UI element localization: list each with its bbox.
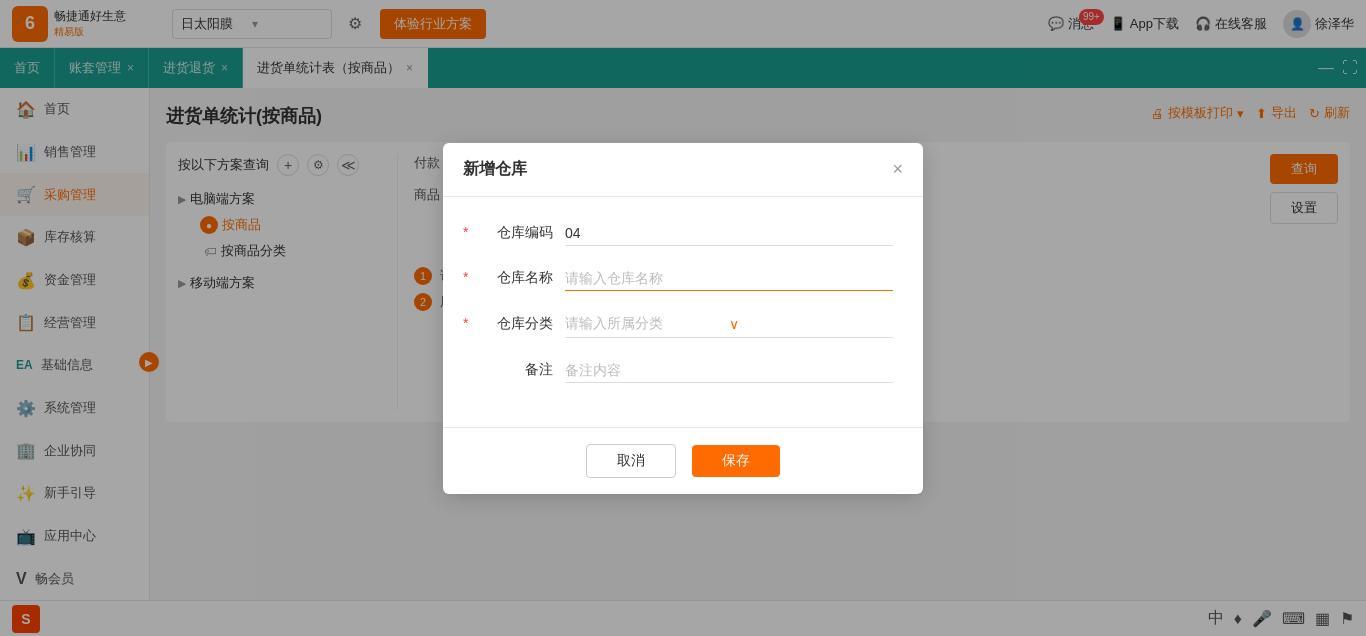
modal-footer: 取消 保存 [443, 427, 923, 494]
modal-title: 新增仓库 [463, 159, 527, 180]
field-code-required: * [463, 224, 468, 240]
field-code-label: * 仓库编码 [473, 224, 553, 242]
field-category-select[interactable]: 请输入所属分类 ∨ [565, 311, 893, 338]
field-name-required: * [463, 269, 468, 285]
field-category-chevron: ∨ [729, 316, 893, 332]
field-category-placeholder: 请输入所属分类 [565, 315, 729, 333]
field-code-input[interactable] [565, 221, 893, 246]
field-name-label: * 仓库名称 [473, 269, 553, 287]
field-code: * 仓库编码 [473, 221, 893, 246]
field-remark: 备注 [473, 358, 893, 383]
modal-overlay: 新增仓库 × * 仓库编码 * 仓库名称 [0, 0, 1366, 636]
modal-close-button[interactable]: × [892, 160, 903, 178]
modal-body: * 仓库编码 * 仓库名称 * 仓库分类 请输入所属 [443, 197, 923, 427]
field-remark-label: 备注 [473, 361, 553, 379]
field-category-label: * 仓库分类 [473, 315, 553, 333]
field-name-input[interactable] [565, 266, 893, 291]
field-category-required: * [463, 315, 468, 331]
field-remark-input[interactable] [565, 358, 893, 383]
field-name: * 仓库名称 [473, 266, 893, 291]
field-category: * 仓库分类 请输入所属分类 ∨ [473, 311, 893, 338]
save-button[interactable]: 保存 [692, 445, 780, 477]
cancel-button[interactable]: 取消 [586, 444, 676, 478]
modal-header: 新增仓库 × [443, 143, 923, 197]
modal-add-warehouse: 新增仓库 × * 仓库编码 * 仓库名称 [443, 143, 923, 494]
